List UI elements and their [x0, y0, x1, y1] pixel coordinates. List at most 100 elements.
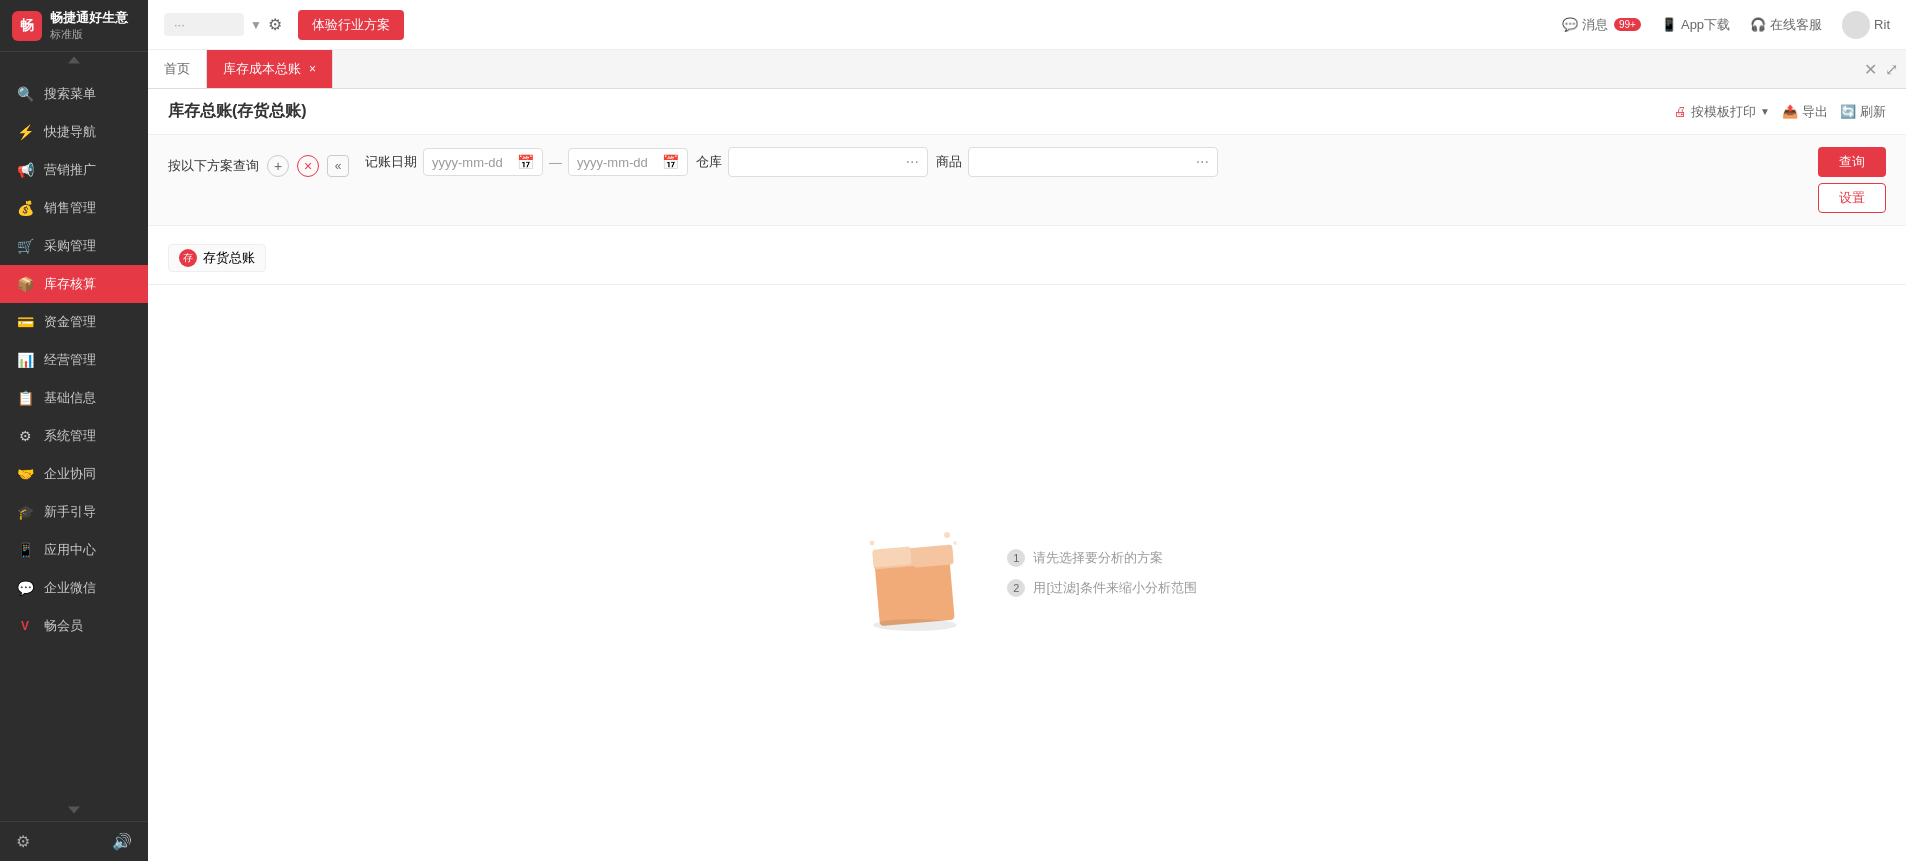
sidebar-item-finance[interactable]: 💳 资金管理 [0, 303, 148, 341]
sidebar-item-enterprise[interactable]: 🤝 企业协同 [0, 455, 148, 493]
product-select[interactable]: ··· [968, 147, 1218, 177]
warehouse-field-group: 仓库 ··· [696, 147, 928, 177]
warehouse-more-icon: ··· [906, 153, 919, 171]
export-label: 导出 [1802, 103, 1828, 121]
hint2-text: 用[过滤]条件来缩小分析范围 [1033, 579, 1196, 597]
filter-delete-btn[interactable]: × [297, 155, 319, 177]
user-item[interactable]: Rit [1842, 11, 1890, 39]
sidebar-item-system[interactable]: ⚙ 系统管理 [0, 417, 148, 455]
svg-rect-2 [873, 546, 912, 567]
sidebar-item-inventory[interactable]: 📦 库存核算 [0, 265, 148, 303]
scheme-tag-icon: 存 [179, 249, 197, 267]
svg-point-5 [944, 532, 950, 538]
tab-expand-icon[interactable]: ⤢ [1885, 60, 1898, 79]
version-label: 标准版 [50, 27, 128, 41]
industry-btn[interactable]: 体验行业方案 [298, 10, 404, 40]
user-name: Rit [1874, 17, 1890, 32]
sidebar-item-label-shortcut: 快捷导航 [44, 123, 96, 141]
page-header: 库存总账(存货总账) 🖨 按模板打印 ▼ 📤 导出 🔄 刷新 [148, 89, 1906, 135]
sidebar-item-wechat[interactable]: 💬 企业微信 [0, 569, 148, 607]
sidebar-item-operation[interactable]: 📊 经营管理 [0, 341, 148, 379]
breadcrumb-text: ··· [164, 13, 244, 36]
warehouse-select[interactable]: ··· [728, 147, 928, 177]
print-btn[interactable]: 🖨 按模板打印 ▼ [1674, 103, 1770, 121]
finance-icon: 💳 [16, 313, 34, 331]
guide-icon: 🎓 [16, 503, 34, 521]
sidebar: 畅 畅捷通好生意 标准版 🔍 搜索菜单 ⚡ 快捷导航 📢 营销推广 💰 销售管理… [0, 0, 148, 861]
tab-home[interactable]: 首页 [148, 50, 207, 88]
app-icon: 📱 [1661, 17, 1677, 32]
filter-add-btn[interactable]: + [267, 155, 289, 177]
headset-icon: 🎧 [1750, 17, 1766, 32]
product-field-group: 商品 ··· [936, 147, 1218, 177]
page-title: 库存总账(存货总账) [168, 101, 307, 122]
speaker-bottom-icon[interactable]: 🔊 [112, 832, 132, 851]
tab-inventory-ledger[interactable]: 库存成本总账 × [207, 50, 333, 88]
export-btn[interactable]: 📤 导出 [1782, 103, 1828, 121]
topbar-settings-icon[interactable]: ⚙ [268, 15, 282, 34]
purchase-icon: 🛒 [16, 237, 34, 255]
export-icon: 📤 [1782, 104, 1798, 119]
tab-label-inventory-ledger: 库存成本总账 [223, 60, 301, 78]
date-start-input[interactable]: yyyy-mm-dd 📅 [423, 148, 543, 176]
brand-name: 畅捷通好生意 [50, 10, 128, 27]
empty-text: 1 请先选择要分析的方案 2 用[过滤]条件来缩小分析范围 [1007, 549, 1196, 597]
query-btn[interactable]: 查询 [1818, 147, 1886, 177]
print-icon: 🖨 [1674, 104, 1687, 119]
topbar-breadcrumb: ··· ▼ ⚙ 体验行业方案 [164, 10, 1562, 40]
refresh-btn[interactable]: 🔄 刷新 [1840, 103, 1886, 121]
empty-state: 1 请先选择要分析的方案 2 用[过滤]条件来缩小分析范围 [148, 285, 1906, 861]
sidebar-item-sales[interactable]: 💰 销售管理 [0, 189, 148, 227]
scheme-tag[interactable]: 存 存货总账 [168, 244, 266, 272]
filter-fields: 记账日期 yyyy-mm-dd 📅 — yyyy-mm-dd 📅 仓库 [365, 147, 1802, 177]
operation-icon: 📊 [16, 351, 34, 369]
user-avatar [1842, 11, 1870, 39]
sidebar-item-member[interactable]: V 畅会员 [0, 607, 148, 645]
app-download-item[interactable]: 📱 App下载 [1661, 16, 1730, 34]
sidebar-item-label-inventory: 库存核算 [44, 275, 96, 293]
breadcrumb-arrow-icon: ▼ [250, 18, 262, 32]
system-icon: ⚙ [16, 427, 34, 445]
filter-collapse-btn[interactable]: « [327, 155, 349, 177]
settings-bottom-icon[interactable]: ⚙ [16, 832, 30, 851]
message-item[interactable]: 💬 消息 99+ [1562, 16, 1641, 34]
date-end-input[interactable]: yyyy-mm-dd 📅 [568, 148, 688, 176]
shortcut-icon: ⚡ [16, 123, 34, 141]
step1-num: 1 [1007, 549, 1025, 567]
sidebar-item-label-basic: 基础信息 [44, 389, 96, 407]
filter-actions: 查询 设置 [1818, 147, 1886, 213]
sidebar-item-shortcut[interactable]: ⚡ 快捷导航 [0, 113, 148, 151]
print-dropdown-icon: ▼ [1760, 106, 1770, 117]
scroll-up-indicator [0, 52, 148, 71]
warehouse-field-label: 仓库 [696, 153, 722, 171]
sidebar-item-label-guide: 新手引导 [44, 503, 96, 521]
topbar: ··· ▼ ⚙ 体验行业方案 💬 消息 99+ 📱 App下载 🎧 在线客服 R… [148, 0, 1906, 50]
tab-close-icon[interactable]: × [309, 62, 316, 76]
empty-hint-2: 2 用[过滤]条件来缩小分析范围 [1007, 579, 1196, 597]
logo-icon: 畅 [12, 11, 42, 41]
sidebar-item-guide[interactable]: 🎓 新手引导 [0, 493, 148, 531]
sidebar-item-appstore[interactable]: 📱 应用中心 [0, 531, 148, 569]
sidebar-item-purchase[interactable]: 🛒 采购管理 [0, 227, 148, 265]
empty-hint-1: 1 请先选择要分析的方案 [1007, 549, 1196, 567]
sidebar-item-label-finance: 资金管理 [44, 313, 96, 331]
date-field-group: 记账日期 yyyy-mm-dd 📅 — yyyy-mm-dd 📅 [365, 148, 688, 176]
refresh-icon: 🔄 [1840, 104, 1856, 119]
refresh-label: 刷新 [1860, 103, 1886, 121]
wechat-icon: 💬 [16, 579, 34, 597]
sidebar-item-label-member: 畅会员 [44, 617, 83, 635]
basic-icon: 📋 [16, 389, 34, 407]
product-field-label: 商品 [936, 153, 962, 171]
product-more-icon: ··· [1196, 153, 1209, 171]
sidebar-item-search[interactable]: 🔍 搜索菜单 [0, 75, 148, 113]
message-badge: 99+ [1614, 18, 1641, 31]
sidebar-item-label-system: 系统管理 [44, 427, 96, 445]
service-item[interactable]: 🎧 在线客服 [1750, 16, 1822, 34]
sidebar-item-marketing[interactable]: 📢 营销推广 [0, 151, 148, 189]
sidebar-item-label-wechat: 企业微信 [44, 579, 96, 597]
sales-icon: 💰 [16, 199, 34, 217]
sidebar-item-basic[interactable]: 📋 基础信息 [0, 379, 148, 417]
enterprise-icon: 🤝 [16, 465, 34, 483]
filter-settings-btn[interactable]: 设置 [1818, 183, 1886, 213]
tab-panel-close-icon[interactable]: ✕ [1864, 60, 1877, 79]
